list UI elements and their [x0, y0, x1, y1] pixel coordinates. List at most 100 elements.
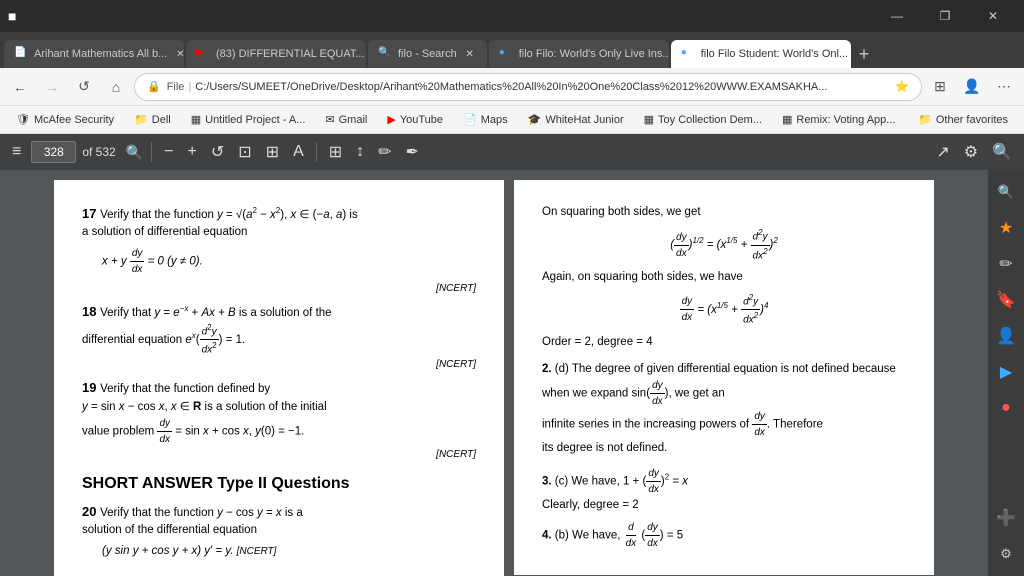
bookmark-mcafee-label: McAfee Security	[34, 114, 114, 126]
navigation-bar: ← → ↺ ⌂ 🔒 File | C:/Users/SUMEET/OneDriv…	[0, 68, 1024, 106]
panel-play-button[interactable]: ▶	[992, 358, 1020, 386]
two-page-button[interactable]: ⊞	[325, 140, 346, 164]
text-select-button[interactable]: A	[289, 141, 308, 163]
bookmark-dell-label: Dell	[152, 114, 171, 126]
section-short-answer: SHORT ANSWER Type II Questions	[82, 472, 476, 496]
bookmark-gmail-label: Gmail	[339, 114, 368, 126]
bookmark-whitehat[interactable]: 🎓 WhiteHat Junior	[520, 111, 632, 128]
order-degree: Order = 2, degree = 4	[542, 334, 906, 351]
forward-button[interactable]: →	[38, 73, 66, 101]
profile-button[interactable]: 👤	[958, 73, 986, 101]
panel-add-button[interactable]: ➕	[992, 504, 1020, 532]
mcafee-icon: 🛡	[16, 113, 30, 126]
ans2-text2: , we get an	[668, 388, 724, 400]
bookmark-other-label: Other favorites	[936, 114, 1008, 126]
tab-label-3: filo - Search	[398, 48, 457, 60]
tab-label-5: filo Filo Student: World's Onl...	[701, 48, 848, 60]
back-button[interactable]: ←	[6, 73, 34, 101]
q19-text3: value problem dydx = sin x + cos x, y(0)…	[82, 416, 476, 447]
ans3-label: 3.	[542, 475, 552, 487]
bookmark-youtube[interactable]: ▶ YouTube	[379, 111, 451, 128]
tab-close-1[interactable]: ✕	[173, 47, 184, 61]
right-eq2: dydx = (x1/5 + d2ydx2)4	[542, 292, 906, 328]
gmail-icon: ✉	[325, 113, 334, 126]
tab-close-3[interactable]: ✕	[463, 47, 477, 61]
whitehat-icon: 🎓	[528, 113, 542, 126]
bookmark-toy[interactable]: ▦ Toy Collection Dem...	[636, 111, 770, 128]
bookmark-gmail[interactable]: ✉ Gmail	[317, 111, 375, 128]
main-area: 17 Verify that the function y = √(a2 − x…	[0, 170, 1024, 576]
refresh-button[interactable]: ↺	[70, 73, 98, 101]
pdf-settings-button[interactable]: ⚙	[960, 140, 982, 164]
bookmarks-bar: 🛡 McAfee Security 📁 Dell ▦ Untitled Proj…	[0, 106, 1024, 134]
panel-circle-button[interactable]: ●	[992, 394, 1020, 422]
q20-text: Verify that the function y − cos y = x i…	[100, 507, 303, 519]
tab-bar: 📄 Arihant Mathematics All b... ✕ ▶ (83) …	[0, 32, 1024, 68]
tab-arihant[interactable]: 📄 Arihant Mathematics All b... ✕	[4, 40, 184, 68]
close-button[interactable]: ✕	[970, 0, 1016, 32]
tab-filo-live[interactable]: ● filo Filo: World's Only Live Ins... ✕	[489, 40, 669, 68]
panel-search-button[interactable]: 🔍	[992, 178, 1020, 206]
full-page-button[interactable]: ⊞	[262, 140, 283, 164]
panel-user-button[interactable]: 👤	[992, 322, 1020, 350]
panel-bookmark-button[interactable]: 🔖	[992, 286, 1020, 314]
q19-tag: [NCERT]	[82, 447, 476, 462]
search-toggle-button[interactable]: 🔍	[988, 140, 1016, 164]
tab-favicon-2: ▶	[196, 47, 210, 61]
separator-2	[316, 142, 317, 162]
bookmark-other[interactable]: 📁 Other favorites	[910, 111, 1016, 128]
scroll-button[interactable]: ↕	[352, 141, 368, 163]
pdf-toolbar: ≡ of 532 🔍 − + ↺ ⊡ ⊞ A ⊞ ↕ ✏ ✒ ↗ ⚙ 🔍	[0, 134, 1024, 170]
tab-favicon-3: 🔍	[378, 47, 392, 61]
bookmark-mcafee[interactable]: 🛡 McAfee Security	[8, 111, 122, 128]
ans2-label: 2.	[542, 363, 552, 375]
new-tab-button[interactable]: +	[853, 40, 876, 68]
extensions-button[interactable]: ⊞	[926, 73, 954, 101]
bookmark-whitehat-label: WhiteHat Junior	[545, 114, 623, 126]
right-intro1: On squaring both sides, we get	[542, 204, 906, 221]
question-19: 19 Verify that the function defined by y…	[82, 378, 476, 462]
question-17: 17 Verify that the function y = √(a2 − x…	[82, 204, 476, 296]
tab-favicon-5: ●	[681, 47, 695, 61]
tab-favicon-4: ●	[499, 47, 513, 61]
right-panel: 🔍 ★ ✏ 🔖 👤 ▶ ● ➕ ⚙	[988, 170, 1024, 576]
zoom-in-button[interactable]: +	[184, 141, 201, 163]
bookmark-remix-label: Remix: Voting App...	[796, 114, 895, 126]
draw-button[interactable]: ✒	[402, 140, 423, 164]
fit-page-button[interactable]: ⊡	[234, 140, 255, 164]
home-button[interactable]: ⌂	[102, 73, 130, 101]
maximize-button[interactable]: ❐	[922, 0, 968, 32]
bookmark-toy-label: Toy Collection Dem...	[658, 114, 762, 126]
annotate-button[interactable]: ✏	[374, 140, 395, 164]
tab-label-4: filo Filo: World's Only Live Ins...	[519, 48, 669, 60]
bookmark-remix[interactable]: ▦ Remix: Voting App...	[774, 111, 903, 128]
bookmark-untitled-label: Untitled Project - A...	[205, 114, 305, 126]
ans3-degree: Clearly, degree = 2	[542, 497, 906, 514]
pdf-menu-button[interactable]: ≡	[8, 141, 25, 163]
q17-tag: [NCERT]	[82, 281, 476, 296]
tab-filo-search[interactable]: 🔍 filo - Search ✕	[368, 40, 487, 68]
youtube-icon: ▶	[387, 113, 395, 126]
page-number-input[interactable]	[31, 141, 76, 163]
share-button[interactable]: ↗	[932, 140, 953, 164]
bookmark-dell[interactable]: 📁 Dell	[126, 111, 179, 128]
panel-settings-bottom[interactable]: ⚙	[992, 540, 1020, 568]
bookmark-maps[interactable]: 📄 Maps	[455, 111, 516, 128]
q17-text2: a solution of differential equation	[82, 224, 476, 241]
tab-label-1: Arihant Mathematics All b...	[34, 48, 167, 60]
settings-button[interactable]: ⋯	[990, 73, 1018, 101]
rotate-button[interactable]: ↺	[207, 140, 228, 164]
ans2-text4: its degree is not defined.	[542, 440, 906, 457]
tab-differential[interactable]: ▶ (83) DIFFERENTIAL EQUAT... ✕	[186, 40, 366, 68]
dell-icon: 📁	[134, 113, 148, 126]
tab-filo-student[interactable]: ● filo Filo Student: World's Onl... ✕	[671, 40, 851, 68]
minimize-button[interactable]: —	[874, 0, 920, 32]
ans2-block: 2. (d) The degree of given differential …	[542, 361, 906, 458]
ans4-text: (b) We have,	[555, 529, 624, 541]
bookmark-untitled[interactable]: ▦ Untitled Project - A...	[183, 111, 314, 128]
zoom-out-button[interactable]: −	[160, 141, 177, 163]
panel-star-button[interactable]: ★	[992, 214, 1020, 242]
address-bar[interactable]: 🔒 File | C:/Users/SUMEET/OneDrive/Deskto…	[134, 73, 922, 101]
panel-edit-button[interactable]: ✏	[992, 250, 1020, 278]
q19-text2: y = sin x − cos x, x ∈ R is a solution o…	[82, 399, 476, 416]
